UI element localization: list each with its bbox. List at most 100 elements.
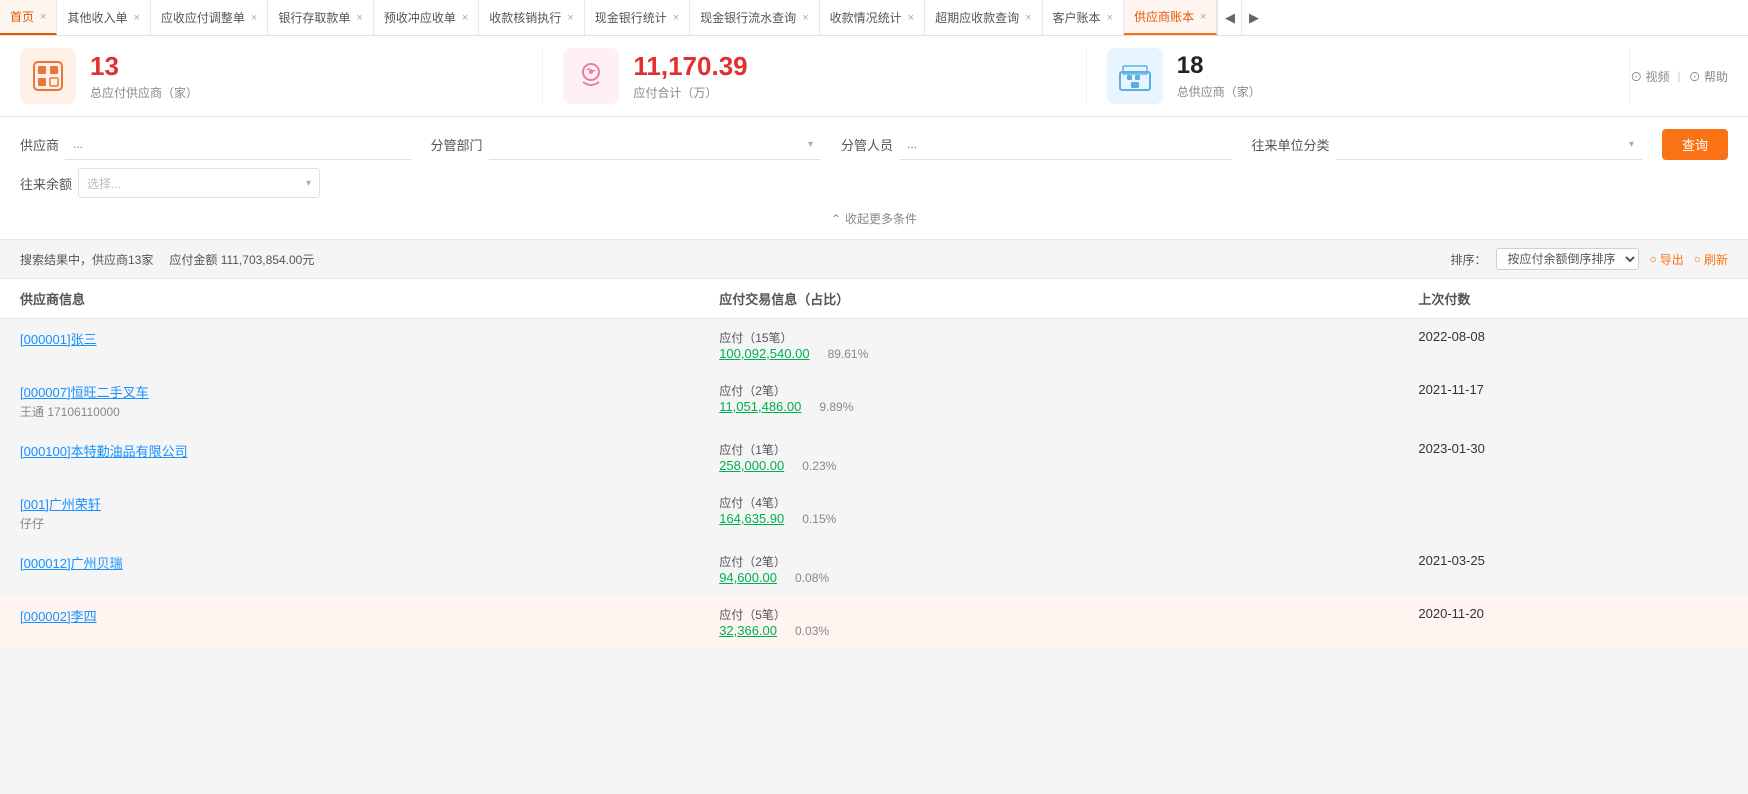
refresh-icon: ○: [1694, 252, 1701, 266]
results-amount-text: 应付金额 111,703,854.00元: [169, 251, 314, 268]
supplier-cell-5: [000002]李四: [0, 596, 699, 649]
dept-select[interactable]: ▾: [489, 130, 821, 160]
balance-filter: 往来余额 选择... ▾: [20, 168, 320, 198]
nav-tab-prepay-ar-close[interactable]: ×: [462, 12, 468, 24]
last-payment-cell-4: 2021-03-25: [1398, 543, 1748, 596]
supplier-cell-0: [000001]张三: [0, 319, 699, 372]
total-suppliers-number: 18: [1177, 52, 1261, 81]
last-payment-cell-1: 2021-11-17: [1398, 372, 1748, 431]
refresh-button[interactable]: ○ 刷新: [1694, 251, 1728, 268]
transaction-cell-4: 应付（2笔）94,600.000.08%: [699, 543, 1398, 596]
dept-label: 分管部门: [431, 135, 483, 154]
amount-1[interactable]: 11,051,486.00: [719, 399, 801, 414]
nav-tab-supplier-ledger[interactable]: 供应商账本 ×: [1124, 0, 1217, 35]
nav-tab-receipt-stat-close[interactable]: ×: [908, 12, 914, 24]
table-row: [001]广州荣轩仔仔应付（4笔）164,635.900.15%: [0, 484, 1748, 543]
nav-tab-overdue-ar[interactable]: 超期应收款查询 ×: [925, 0, 1042, 35]
pct-3: 0.15%: [802, 512, 836, 526]
supplier-input[interactable]: [65, 130, 410, 160]
filter-area: 供应商 分管部门 ▾ 分管人员 往来单位分类 ▾ 查询 往来余额 选择: [0, 117, 1748, 240]
tx-label-2: 应付（1笔）: [719, 441, 1378, 458]
table-row: [000002]李四应付（5笔）32,366.000.03%2020-11-20: [0, 596, 1748, 649]
sort-select[interactable]: 按应付余额倒序排序: [1496, 248, 1639, 270]
export-label: 导出: [1660, 251, 1684, 268]
nav-tab-overdue-ar-close[interactable]: ×: [1025, 12, 1031, 24]
last-payment-cell-5: 2020-11-20: [1398, 596, 1748, 649]
nav-tab-payment-verify[interactable]: 收款核销执行 ×: [479, 0, 584, 35]
pct-0: 89.61%: [828, 347, 869, 361]
col-transaction-info: 应付交易信息（占比）: [699, 279, 1398, 319]
export-button[interactable]: ○ 导出: [1649, 251, 1683, 268]
supplier-table: 供应商信息 应付交易信息（占比） 上次付数 [000001]张三应付（15笔）1…: [0, 279, 1748, 649]
nav-arrow-right[interactable]: ▶: [1241, 0, 1265, 35]
results-summary: 搜索结果中，供应商13家 应付金额 111,703,854.00元: [20, 251, 314, 268]
nav-tab-home[interactable]: 首页 ×: [0, 0, 57, 35]
nav-tab-other-income-close[interactable]: ×: [133, 12, 139, 24]
nav-arrow-left[interactable]: ◀: [1217, 0, 1241, 35]
supplier-link-1[interactable]: [000007]恒旺二手叉车: [20, 385, 149, 400]
nav-tab-supplier-ledger-close[interactable]: ×: [1200, 11, 1206, 23]
nav-tab-home-close[interactable]: ×: [40, 11, 46, 23]
amount-5[interactable]: 32,366.00: [719, 623, 777, 638]
nav-tab-bank-deposit[interactable]: 银行存取款单 ×: [268, 0, 373, 35]
refresh-label: 刷新: [1704, 251, 1728, 268]
category-label: 往来单位分类: [1252, 135, 1330, 154]
export-icon: ○: [1649, 252, 1656, 266]
nav-tab-receipt-stat[interactable]: 收款情况统计 ×: [820, 0, 925, 35]
nav-tab-customer-ledger-close[interactable]: ×: [1107, 12, 1113, 24]
summary-card-payable-total: 11,170.39 应付合计（万）: [543, 48, 1086, 104]
results-actions: 排序： 按应付余额倒序排序 ○ 导出 ○ 刷新: [1450, 248, 1728, 270]
top-navigation: 首页 × 其他收入单 × 应收应付调整单 × 银行存取款单 × 预收冲应收单 ×…: [0, 0, 1748, 36]
sort-label: 排序：: [1450, 251, 1486, 268]
supplier-link-4[interactable]: [000012]广州贝瑞: [20, 556, 123, 571]
results-count-text: 搜索结果中，供应商13家: [20, 251, 153, 268]
supplier-cell-1: [000007]恒旺二手叉车王通 17106110000: [0, 372, 699, 431]
amount-3[interactable]: 164,635.90: [719, 511, 784, 526]
query-button[interactable]: 查询: [1662, 129, 1728, 160]
balance-label: 往来余额: [20, 174, 72, 193]
person-input[interactable]: [899, 130, 1231, 160]
summary-card-payable-suppliers: 13 总应付供应商（家）: [20, 48, 543, 104]
nav-tab-ar-ap-adjust[interactable]: 应收应付调整单 ×: [151, 0, 268, 35]
table-body: [000001]张三应付（15笔）100,092,540.0089.61%202…: [0, 319, 1748, 649]
person-filter: 分管人员: [841, 130, 1232, 160]
tx-label-4: 应付（2笔）: [719, 553, 1378, 570]
amount-2[interactable]: 258,000.00: [719, 458, 784, 473]
table-row: [000100]本特勤油品有限公司 应付（1笔）258,000.00 0.23% 20…: [0, 431, 1748, 484]
supplier-cell-2: [000100]本特勤油品有限公司: [0, 431, 699, 484]
balance-select[interactable]: 选择... ▾: [78, 168, 320, 198]
nav-tab-cash-bank-stat-close[interactable]: ×: [673, 12, 679, 24]
payable-total-number: 11,170.39: [633, 51, 747, 82]
help-link[interactable]: ⊙ 帮助: [1689, 68, 1728, 85]
last-payment-cell-2: 2023-01-30: [1398, 431, 1748, 484]
amount-0[interactable]: 100,092,540.00: [719, 346, 809, 361]
tx-label-5: 应付（5笔）: [719, 606, 1378, 623]
nav-tab-other-income[interactable]: 其他收入单 ×: [57, 0, 150, 35]
nav-tab-customer-ledger[interactable]: 客户账本 ×: [1043, 0, 1124, 35]
supplier-link-5[interactable]: [000002]李四: [20, 609, 97, 624]
filter-row-1: 供应商 分管部门 ▾ 分管人员 往来单位分类 ▾ 查询: [20, 129, 1728, 160]
nav-tab-prepay-ar[interactable]: 预收冲应收单 ×: [374, 0, 479, 35]
collapse-label: 收起更多条件: [845, 210, 917, 227]
nav-tab-cash-flow[interactable]: 现金银行流水查询 ×: [690, 0, 819, 35]
links-divider: |: [1678, 69, 1681, 83]
nav-tab-cash-bank-stat[interactable]: 现金银行统计 ×: [585, 0, 690, 35]
collapse-button[interactable]: ⌃ 收起更多条件: [20, 206, 1728, 231]
amount-4[interactable]: 94,600.00: [719, 570, 777, 585]
supplier-link-3[interactable]: [001]广州荣轩: [20, 497, 101, 512]
nav-tab-bank-deposit-close[interactable]: ×: [356, 12, 362, 24]
table-header: 供应商信息 应付交易信息（占比） 上次付数: [0, 279, 1748, 319]
supplier-label: 供应商: [20, 135, 59, 154]
last-payment-cell-3: [1398, 484, 1748, 543]
nav-tab-ar-ap-adjust-close[interactable]: ×: [251, 12, 257, 24]
total-suppliers-text: 18 总供应商（家）: [1177, 52, 1261, 100]
nav-tab-payment-verify-close[interactable]: ×: [567, 12, 573, 24]
table-row: [000007]恒旺二手叉车王通 17106110000应付（2笔）11,051…: [0, 372, 1748, 431]
supplier-link-0[interactable]: [000001]张三: [20, 332, 97, 347]
category-select[interactable]: ▾: [1336, 130, 1642, 160]
nav-tab-cash-flow-close[interactable]: ×: [802, 12, 808, 24]
pct-2: 0.23%: [802, 459, 836, 473]
supplier-link-2[interactable]: [000100]本特勤油品有限公司: [20, 444, 188, 459]
transaction-cell-2: 应付（1笔）258,000.00 0.23%: [699, 431, 1398, 484]
video-link[interactable]: ⊙ 视频: [1630, 68, 1669, 85]
